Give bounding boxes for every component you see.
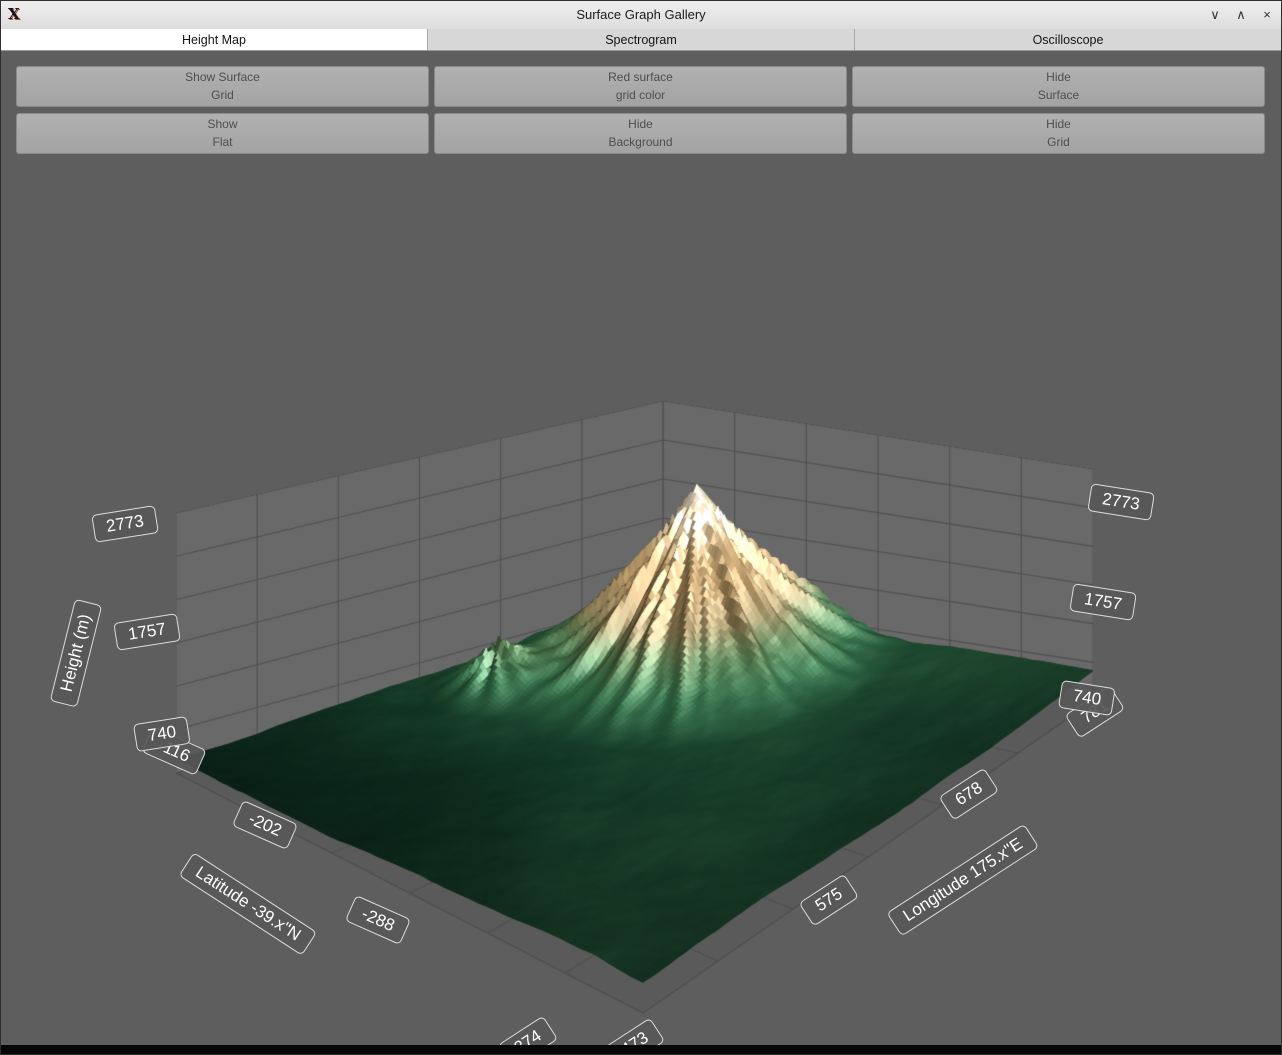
button-label: Background <box>608 134 672 151</box>
control-button-grid: Show Surface Grid Red surface grid color… <box>16 66 1265 154</box>
button-label: Hide <box>1046 69 1071 86</box>
window-maximize-button[interactable]: ∧ <box>1233 5 1249 25</box>
close-icon: × <box>1263 7 1271 22</box>
surface-grid-color-button[interactable]: Red surface grid color <box>434 66 847 107</box>
toggle-flat-shading-button[interactable]: Show Flat <box>16 113 429 154</box>
x-logo-icon: X <box>8 5 20 23</box>
titlebar[interactable]: X Surface Graph Gallery ∨ ∧ × <box>1 1 1281 30</box>
tab-bar: Height Map Spectrogram Oscilloscope <box>1 29 1281 51</box>
taskbar-strip <box>1 1045 1281 1054</box>
tab-oscilloscope[interactable]: Oscilloscope <box>855 29 1281 50</box>
button-label: Surface <box>1038 87 1079 104</box>
window-title: Surface Graph Gallery <box>1 1 1281 29</box>
tab-height-map[interactable]: Height Map <box>1 29 428 50</box>
chevron-up-icon: ∧ <box>1236 7 1246 22</box>
toggle-grid-button[interactable]: Hide Grid <box>852 113 1265 154</box>
chevron-down-icon: ∨ <box>1210 7 1220 22</box>
button-label: Show <box>207 116 237 133</box>
app-window: X Surface Graph Gallery ∨ ∧ × Height Map… <box>0 0 1282 1055</box>
graph-area: Show Surface Grid Red surface grid color… <box>1 51 1281 1055</box>
window-shade-button[interactable]: ∨ <box>1207 5 1223 25</box>
button-label: Hide <box>1046 116 1071 133</box>
tab-spectrogram[interactable]: Spectrogram <box>428 29 855 50</box>
window-close-button[interactable]: × <box>1259 5 1275 25</box>
button-label: Grid <box>1047 134 1070 151</box>
toggle-surface-grid-button[interactable]: Show Surface Grid <box>16 66 429 107</box>
button-label: Grid <box>211 87 234 104</box>
button-label: Show Surface <box>185 69 260 86</box>
toggle-background-button[interactable]: Hide Background <box>434 113 847 154</box>
surface-3d-view[interactable] <box>1 51 1281 1055</box>
window-controls: ∨ ∧ × <box>1207 1 1275 29</box>
button-label: Red surface <box>608 69 673 86</box>
button-label: Flat <box>212 134 232 151</box>
button-label: Hide <box>628 116 653 133</box>
toggle-surface-button[interactable]: Hide Surface <box>852 66 1265 107</box>
button-label: grid color <box>616 87 665 104</box>
